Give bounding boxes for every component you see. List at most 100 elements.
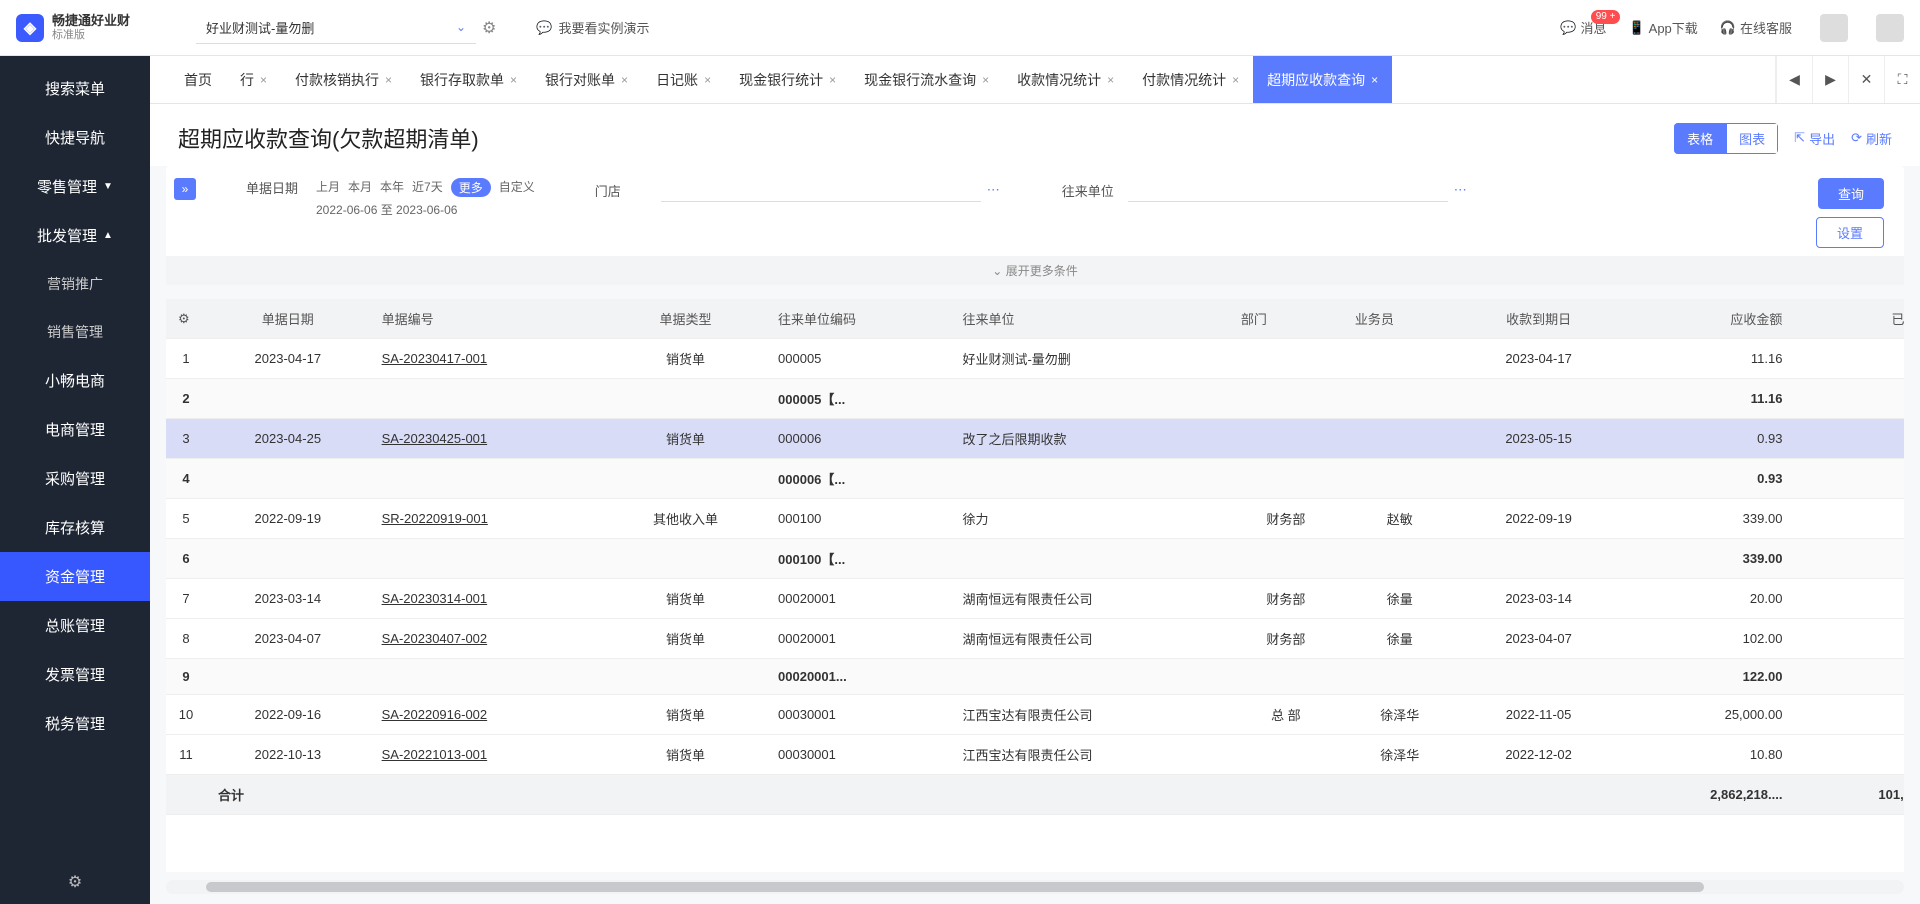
doc-link[interactable]: SR-20220919-001	[382, 511, 488, 526]
table-header-cell[interactable]: 单据日期	[206, 299, 370, 339]
sidebar-subitem[interactable]: 销售管理	[0, 308, 150, 356]
table-cell[interactable]	[370, 379, 605, 419]
view-chart-button[interactable]: 图表	[1726, 123, 1778, 154]
table-cell[interactable]: SA-20230314-001	[370, 579, 605, 619]
partner-more-icon[interactable]: ⋯	[1454, 182, 1469, 198]
quick-date-option[interactable]: 本月	[348, 178, 372, 197]
scrollbar-thumb[interactable]	[206, 882, 1704, 892]
tab[interactable]: 付款情况统计×	[1128, 56, 1253, 103]
query-button[interactable]: 查询	[1818, 178, 1884, 209]
table-cell[interactable]: SA-20221013-001	[370, 735, 605, 775]
table-row[interactable]: 102022-09-16SA-20220916-002销货单00030001江西…	[166, 695, 1904, 735]
table-row[interactable]: 12023-04-17SA-20230417-001销货单000005好业财测试…	[166, 339, 1904, 379]
sidebar-item[interactable]: 搜索菜单	[0, 64, 150, 113]
table-row[interactable]: 32023-04-25SA-20230425-001销货单000006改了之后限…	[166, 419, 1904, 459]
doc-link[interactable]: SA-20220916-002	[382, 707, 488, 722]
table-row[interactable]: 4000006【...0.930.00	[166, 459, 1904, 499]
messages-button[interactable]: 💬 消息 99 +	[1560, 18, 1606, 37]
refresh-button[interactable]: ⟳刷新	[1851, 129, 1892, 148]
expand-filters-button[interactable]: ⌄ 展开更多条件	[166, 256, 1904, 285]
close-icon[interactable]: ×	[704, 73, 711, 87]
doc-link[interactable]: SA-20221013-001	[382, 747, 488, 762]
table-row[interactable]: 52022-09-19SR-20220919-001其他收入单000100徐力财…	[166, 499, 1904, 539]
app-download-button[interactable]: 📱 App下载	[1628, 18, 1697, 37]
sidebar-settings-icon[interactable]: ⚙	[0, 872, 150, 892]
close-icon[interactable]: ×	[260, 73, 267, 87]
table-row[interactable]: 6000100【...339.00	[166, 539, 1904, 579]
table-cell[interactable]	[370, 459, 605, 499]
table-header-cell[interactable]: 收款到期日	[1457, 299, 1621, 339]
doc-link[interactable]: SA-20230407-002	[382, 631, 488, 646]
tab[interactable]: 银行对账单×	[531, 56, 642, 103]
tab[interactable]: 日记账×	[642, 56, 725, 103]
view-table-button[interactable]: 表格	[1674, 123, 1726, 154]
tab[interactable]: 行×	[226, 56, 281, 103]
close-icon[interactable]: ×	[1371, 73, 1378, 87]
sidebar-item[interactable]: 批发管理▲	[0, 211, 150, 260]
customer-service-button[interactable]: 🎧 在线客服	[1720, 18, 1792, 37]
sidebar-item[interactable]: 小畅电商	[0, 356, 150, 405]
filter-store-input[interactable]	[661, 178, 981, 202]
table-cell[interactable]	[370, 539, 605, 579]
quick-date-option[interactable]: 上月	[316, 178, 340, 197]
close-icon[interactable]: ×	[510, 73, 517, 87]
close-icon[interactable]: ×	[982, 73, 989, 87]
table-row[interactable]: 2000005【...11.160.00	[166, 379, 1904, 419]
tab[interactable]: 超期应收款查询×	[1253, 56, 1392, 103]
close-icon[interactable]: ×	[385, 73, 392, 87]
table-cell[interactable]: SR-20220919-001	[370, 499, 605, 539]
tab-next-button[interactable]: ▶	[1812, 56, 1848, 103]
tab[interactable]: 现金银行流水查询×	[850, 56, 1003, 103]
sidebar-item[interactable]: 采购管理	[0, 454, 150, 503]
sidebar-subitem[interactable]: 营销推广	[0, 260, 150, 308]
store-more-icon[interactable]: ⋯	[987, 182, 1002, 198]
tab-fullscreen-button[interactable]: ⛶	[1884, 56, 1920, 103]
table-cell[interactable]: SA-20230417-001	[370, 339, 605, 379]
export-button[interactable]: ⇱导出	[1794, 129, 1835, 148]
tab-close-button[interactable]: ✕	[1848, 56, 1884, 103]
filter-settings-button[interactable]: 设置	[1816, 217, 1884, 248]
table-cell[interactable]: SA-20230407-002	[370, 619, 605, 659]
table-header-cell[interactable]: 往来单位编码	[766, 299, 950, 339]
doc-link[interactable]: SA-20230425-001	[382, 431, 488, 446]
quick-date-option[interactable]: 近7天	[412, 178, 443, 197]
doc-link[interactable]: SA-20230417-001	[382, 351, 488, 366]
sidebar-item[interactable]: 总账管理	[0, 601, 150, 650]
sidebar-item[interactable]: 税务管理	[0, 699, 150, 748]
sidebar-item[interactable]: 快捷导航	[0, 113, 150, 162]
table-header-cell[interactable]: 部门	[1229, 299, 1343, 339]
close-icon[interactable]: ×	[1232, 73, 1239, 87]
user-avatar[interactable]	[1820, 14, 1848, 42]
gear-icon[interactable]: ⚙	[178, 311, 190, 326]
close-icon[interactable]: ×	[829, 73, 836, 87]
tab[interactable]: 首页	[170, 56, 226, 103]
table-cell[interactable]: SA-20230425-001	[370, 419, 605, 459]
table-header-cell[interactable]: 应收金额	[1620, 299, 1794, 339]
quick-date-option[interactable]: 更多	[451, 178, 491, 197]
data-table-wrap[interactable]: ⚙ 单据日期单据编号单据类型往来单位编码往来单位部门业务员收款到期日应收金额已收金…	[166, 299, 1904, 872]
tab[interactable]: 现金银行统计×	[725, 56, 850, 103]
table-row[interactable]: 112022-10-13SA-20221013-001销货单00030001江西…	[166, 735, 1904, 775]
sidebar-item[interactable]: 零售管理▼	[0, 162, 150, 211]
table-header-cell[interactable]: 单据编号	[370, 299, 605, 339]
settings-icon[interactable]: ⚙	[482, 18, 496, 38]
tab[interactable]: 付款核销执行×	[281, 56, 406, 103]
sidebar-item[interactable]: 库存核算	[0, 503, 150, 552]
table-header-cell[interactable]: 已收金额	[1794, 299, 1904, 339]
table-row[interactable]: 82023-04-07SA-20230407-002销货单00020001湖南恒…	[166, 619, 1904, 659]
quick-date-option[interactable]: 本年	[380, 178, 404, 197]
horizontal-scrollbar[interactable]	[166, 880, 1904, 894]
close-icon[interactable]: ×	[621, 73, 628, 87]
doc-link[interactable]: SA-20230314-001	[382, 591, 488, 606]
table-cell[interactable]: SA-20220916-002	[370, 695, 605, 735]
sidebar-item[interactable]: 电商管理	[0, 405, 150, 454]
table-header-cell[interactable]: 业务员	[1343, 299, 1457, 339]
filter-partner-input[interactable]	[1128, 178, 1448, 202]
table-header-cell[interactable]: 往来单位	[950, 299, 1228, 339]
table-row[interactable]: 900020001...122.000.00	[166, 659, 1904, 695]
table-header-cell[interactable]: 单据类型	[605, 299, 766, 339]
demo-link[interactable]: 💬 我要看实例演示	[536, 18, 649, 37]
table-header-cell[interactable]: ⚙	[166, 299, 206, 339]
tab-prev-button[interactable]: ◀	[1776, 56, 1812, 103]
tenant-selector[interactable]: 好业财测试-量勿删 ⌄	[196, 12, 476, 44]
